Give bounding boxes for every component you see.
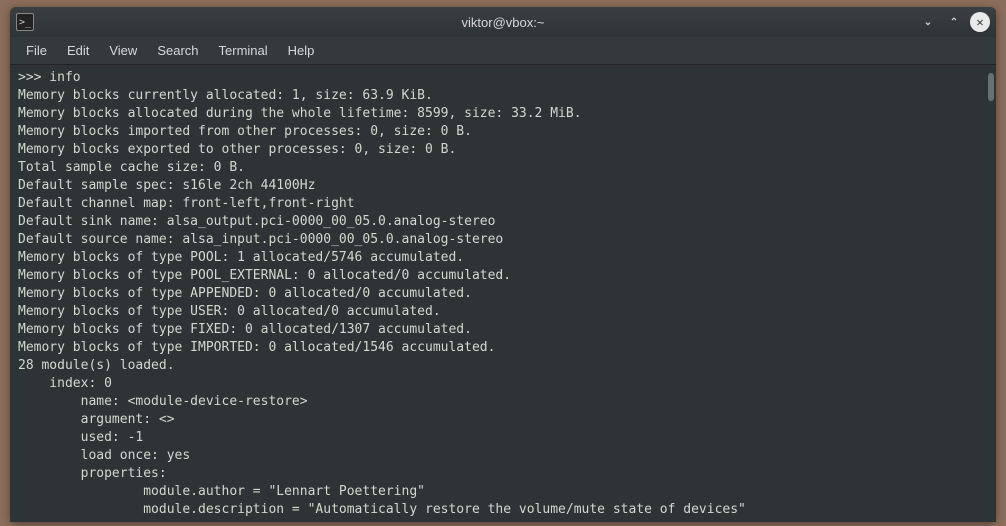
menubar: File Edit View Search Terminal Help [10,37,996,65]
window-title: viktor@vbox:~ [462,15,545,30]
close-button[interactable]: ✕ [970,12,990,32]
terminal-output[interactable]: >>> info Memory blocks currently allocat… [10,65,996,522]
menu-search[interactable]: Search [149,39,206,62]
terminal-icon: >_ [16,13,34,31]
scrollbar-thumb[interactable] [988,73,994,101]
maximize-button[interactable]: ⌃ [944,12,964,32]
menu-edit[interactable]: Edit [59,39,97,62]
menu-view[interactable]: View [101,39,145,62]
minimize-button[interactable]: ⌄ [918,12,938,32]
menu-terminal[interactable]: Terminal [211,39,276,62]
window-controls: ⌄ ⌃ ✕ [918,12,990,32]
terminal-window: >_ viktor@vbox:~ ⌄ ⌃ ✕ File Edit View Se… [10,7,996,522]
menu-file[interactable]: File [18,39,55,62]
menu-help[interactable]: Help [280,39,323,62]
titlebar[interactable]: >_ viktor@vbox:~ ⌄ ⌃ ✕ [10,7,996,37]
